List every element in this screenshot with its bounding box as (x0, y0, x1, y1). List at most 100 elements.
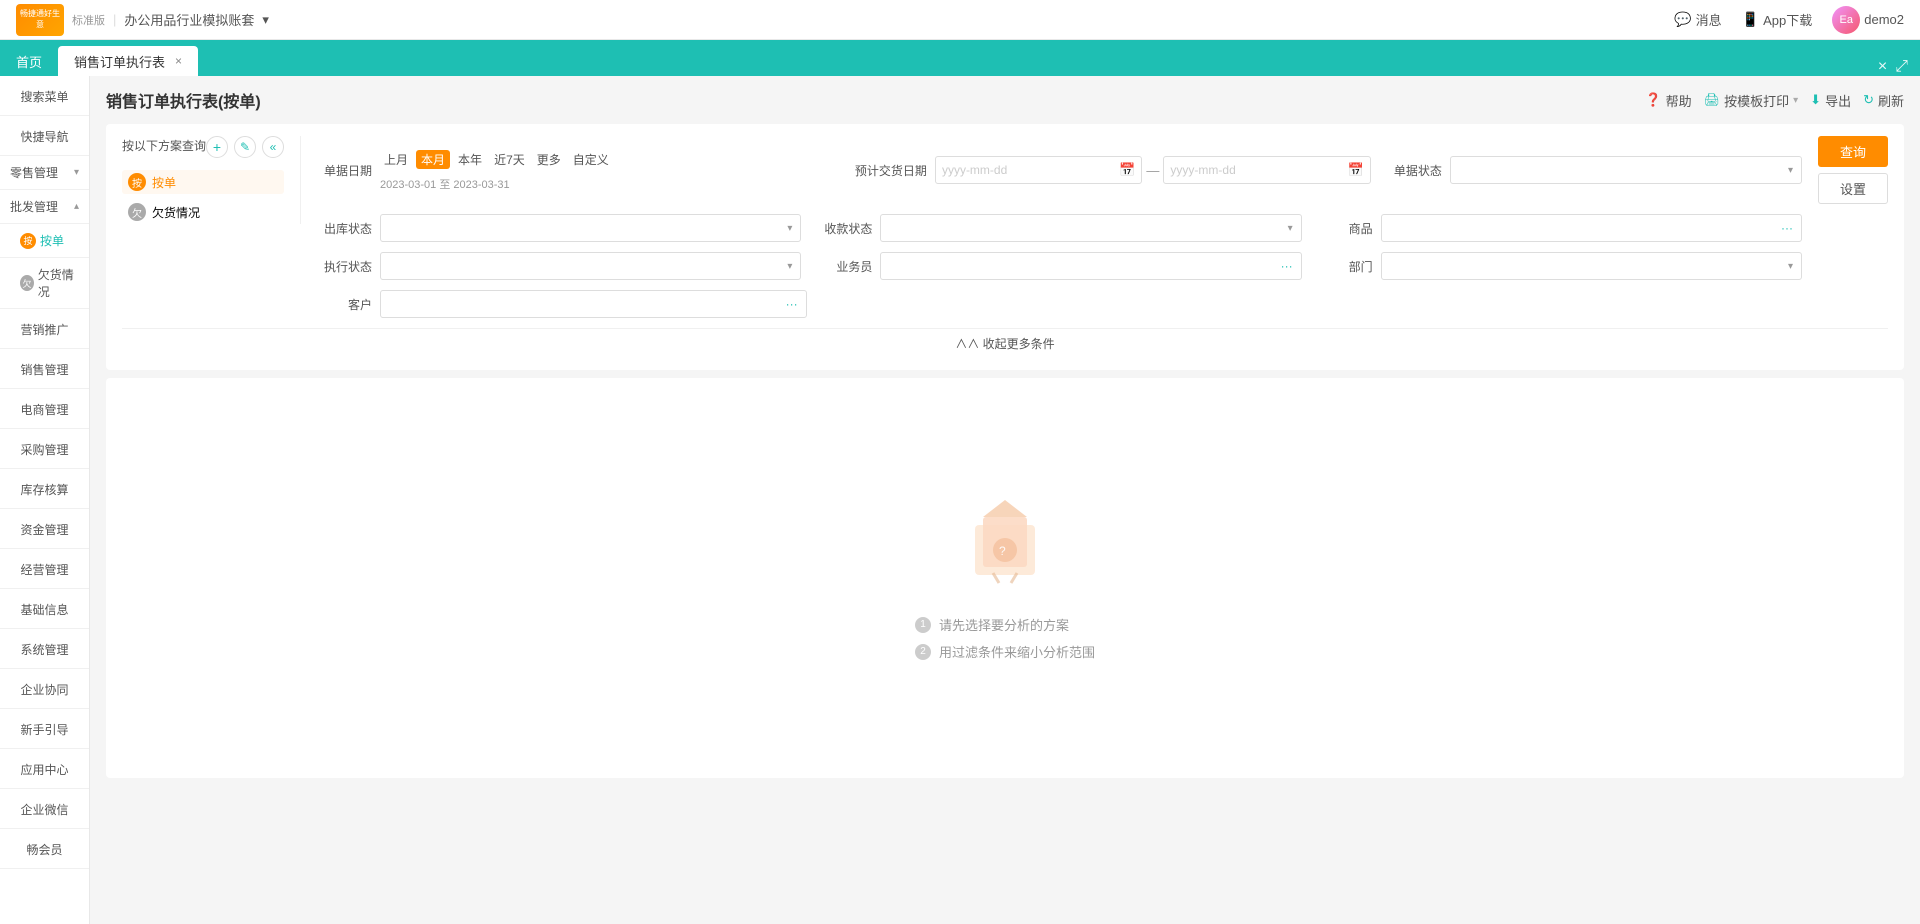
scheme-edit-btn[interactable]: ✎ (234, 136, 256, 158)
sidebar-item-search[interactable]: 搜索菜单 (0, 76, 89, 116)
scheme-debt-icon: 欠 (128, 203, 146, 221)
department-select[interactable]: ▾ (1381, 252, 1802, 280)
salesperson-input[interactable]: ··· (880, 252, 1301, 280)
delivery-status-select[interactable]: ▾ (380, 214, 801, 242)
date-field: 单据日期 上月 本月 本年 近7天 更多 自定义 (317, 149, 836, 192)
date-tab-this-month[interactable]: 本月 (416, 150, 450, 169)
empty-state: ? 1 请先选择要分析的方案 2 用过滤条件来缩小分析范围 (915, 415, 1095, 741)
result-area: ? 1 请先选择要分析的方案 2 用过滤条件来缩小分析范围 (106, 378, 1904, 778)
print-dropdown-icon: ▾ (1793, 95, 1798, 106)
tab-maximize-icon[interactable]: ⤢ (1895, 58, 1908, 76)
sidebar-sub-debt[interactable]: 欠 欠货情况 (0, 258, 89, 309)
collapse-left-icon: « (270, 140, 277, 154)
customer-input[interactable]: ··· (380, 290, 807, 318)
sidebar-wholesale-label: 批发管理 (10, 198, 58, 215)
collapse-row[interactable]: ∧∧ 收起更多条件 (122, 328, 1888, 358)
goods-input[interactable]: ··· (1381, 214, 1802, 242)
content-area: 销售订单执行表(按单) ❓ 帮助 🖨 按模板打印 ▾ ⬇ 导出 (90, 76, 1920, 924)
sidebar-item-app-center[interactable]: 应用中心 (0, 749, 89, 789)
app-title: 办公用品行业模拟账套 (124, 10, 254, 29)
print-btn[interactable]: 🖨 按模板打印 ▾ (1704, 91, 1799, 110)
sidebar-item-member[interactable]: 畅会员 (0, 829, 89, 869)
sidebar-item-guide[interactable]: 新手引导 (0, 709, 89, 749)
settings-button[interactable]: 设置 (1818, 173, 1888, 204)
scheme-by-order-label: 按单 (152, 174, 176, 191)
app-download-label: App下载 (1763, 10, 1812, 29)
date-range-display: 2023-03-01 至 2023-03-31 (380, 176, 836, 192)
order-status-select[interactable]: ▾ (1450, 156, 1802, 184)
salesperson-field: 业务员 ··· (817, 252, 1301, 280)
tab-sales-order[interactable]: 销售订单执行表 × (58, 46, 198, 76)
order-status-label: 单据状态 (1387, 162, 1442, 179)
tab-close-icon[interactable]: × (175, 54, 182, 68)
sidebar-item-marketing[interactable]: 营销推广 (0, 309, 89, 349)
app-dropdown[interactable]: ▾ (262, 12, 269, 28)
order-status-field: 单据状态 ▾ (1387, 156, 1802, 184)
message-btn[interactable]: 💬 消息 (1674, 10, 1721, 29)
date-tab-custom[interactable]: 自定义 (569, 149, 613, 170)
help-label: 帮助 (1666, 91, 1692, 110)
sidebar-item-system[interactable]: 系统管理 (0, 629, 89, 669)
scheme-item-debt[interactable]: 欠 欠货情况 (122, 200, 284, 224)
tab-close-window-icon[interactable]: × (1878, 58, 1887, 76)
date-end-input[interactable]: yyyy-mm-dd 📅 (1163, 156, 1370, 184)
payment-status-field: 收款状态 ▾ (817, 214, 1301, 242)
scheme-collapse-btn[interactable]: « (262, 136, 284, 158)
sidebar-sales-label: 销售管理 (4, 361, 85, 378)
tab-home[interactable]: 首页 (0, 46, 58, 76)
sidebar-item-wholesale[interactable]: 批发管理 ▴ (0, 190, 89, 224)
query-button[interactable]: 查询 (1818, 136, 1888, 167)
scheme-actions: + ✎ « (206, 136, 284, 158)
sidebar-item-operation[interactable]: 经营管理 (0, 549, 89, 589)
sidebar-sub-by-order[interactable]: 按 按单 (0, 224, 89, 258)
help-btn[interactable]: ❓ 帮助 (1645, 91, 1691, 110)
date-tabs: 上月 本月 本年 近7天 更多 自定义 (380, 149, 836, 170)
department-arrow: ▾ (1788, 261, 1793, 272)
date-tab-7days[interactable]: 近7天 (490, 149, 529, 170)
execution-status-select[interactable]: ▾ (380, 252, 801, 280)
scheme-add-btn[interactable]: + (206, 136, 228, 158)
sidebar-item-ecommerce[interactable]: 电商管理 (0, 389, 89, 429)
sidebar-item-cooperation[interactable]: 企业协同 (0, 669, 89, 709)
sidebar-item-purchase[interactable]: 采购管理 (0, 429, 89, 469)
sidebar-system-label: 系统管理 (4, 641, 85, 658)
sidebar-purchase-label: 采购管理 (4, 441, 85, 458)
goods-field: 商品 ··· (1318, 214, 1802, 242)
sidebar-item-wechat[interactable]: 企业微信 (0, 789, 89, 829)
delivery-status-field: 出库状态 ▾ (317, 214, 801, 242)
app-download-btn[interactable]: 📱 App下载 (1742, 10, 1813, 29)
tab-bar: 首页 销售订单执行表 × × ⤢ (0, 40, 1920, 76)
user-name: demo2 (1864, 12, 1904, 27)
tip-num-2: 2 (915, 644, 931, 660)
date-tab-this-year[interactable]: 本年 (454, 149, 486, 170)
sidebar: 搜索菜单 快捷导航 零售管理 ▾ 批发管理 ▴ 按 按单 欠 欠货情况 营销推 (0, 76, 90, 924)
export-btn[interactable]: ⬇ 导出 (1810, 91, 1851, 110)
by-order-icon: 按 (20, 233, 36, 249)
refresh-btn[interactable]: ↻ 刷新 (1863, 91, 1904, 110)
user-info[interactable]: Ea demo2 (1832, 6, 1904, 34)
sidebar-marketing-label: 营销推广 (4, 321, 85, 338)
sidebar-item-quick-nav[interactable]: 快捷导航 (0, 116, 89, 156)
sidebar-inventory-label: 库存核算 (4, 481, 85, 498)
message-icon: 💬 (1674, 11, 1691, 28)
brand-name: 畅捷通好生意 (18, 9, 62, 30)
sidebar-item-inventory[interactable]: 库存核算 (0, 469, 89, 509)
date-tab-more[interactable]: 更多 (533, 149, 565, 170)
date-start-input[interactable]: yyyy-mm-dd 📅 (935, 156, 1142, 184)
sidebar-item-retail[interactable]: 零售管理 ▾ (0, 156, 89, 190)
sidebar-item-sales[interactable]: 销售管理 (0, 349, 89, 389)
sidebar-item-basic[interactable]: 基础信息 (0, 589, 89, 629)
sidebar-item-capital[interactable]: 资金管理 (0, 509, 89, 549)
scheme-item-by-order[interactable]: 按 按单 (122, 170, 284, 194)
debt-label: 欠货情况 (38, 266, 79, 300)
print-icon: 🖨 (1704, 92, 1721, 108)
page-header: 销售订单执行表(按单) ❓ 帮助 🖨 按模板打印 ▾ ⬇ 导出 (106, 88, 1904, 112)
execution-status-label: 执行状态 (317, 258, 372, 275)
payment-status-select[interactable]: ▾ (880, 214, 1301, 242)
page-content: 销售订单执行表(按单) ❓ 帮助 🖨 按模板打印 ▾ ⬇ 导出 (90, 76, 1920, 790)
date-tab-last-month[interactable]: 上月 (380, 149, 412, 170)
brand-logo: 畅捷通好生意 (16, 4, 64, 36)
filter-row-4: 客户 ··· (317, 290, 1888, 318)
date-field-label: 单据日期 (317, 162, 372, 179)
sidebar-cooperation-label: 企业协同 (4, 681, 85, 698)
